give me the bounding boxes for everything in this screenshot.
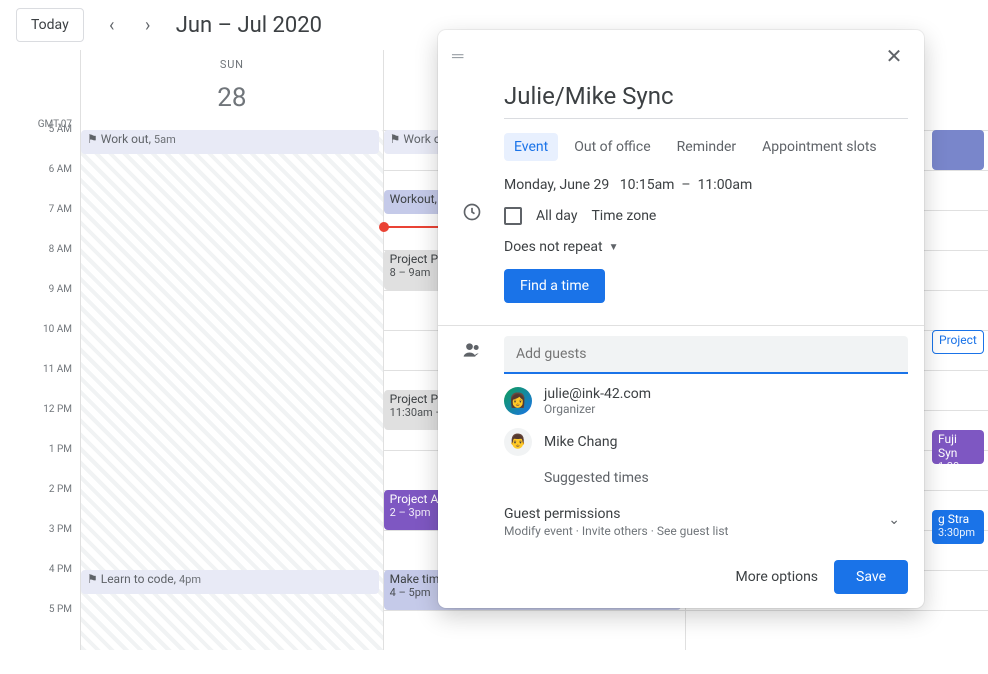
hour-label: 7 AM: [0, 204, 80, 244]
day-column-sun[interactable]: SUN 28 Work out, 5am Learn to code, 4pm: [80, 50, 383, 650]
save-button[interactable]: Save: [834, 560, 908, 594]
suggested-times-link[interactable]: Suggested times: [544, 470, 908, 486]
event-fragment[interactable]: [932, 130, 984, 170]
hour-label: 12 PM: [0, 404, 80, 444]
hour-label: 5 AM: [0, 124, 80, 164]
tab-reminder[interactable]: Reminder: [667, 133, 747, 161]
hour-label: 10 AM: [0, 324, 80, 364]
hour-label: 3 PM: [0, 524, 80, 564]
guest-permissions-summary: Modify event · Invite others · See guest…: [504, 524, 908, 538]
time-zone-link[interactable]: Time zone: [591, 208, 656, 224]
event-time-row[interactable]: Monday, June 29 10:15am – 11:00am: [504, 177, 908, 193]
clock-icon: [460, 202, 484, 222]
tab-event[interactable]: Event: [504, 133, 558, 161]
chevron-down-icon: ▼: [609, 242, 619, 253]
guest-permissions-label: Guest permissions: [504, 506, 908, 522]
hour-label: 11 AM: [0, 364, 80, 404]
hour-label: 9 AM: [0, 284, 80, 324]
hour-label: 1 PM: [0, 444, 80, 484]
all-day-label: All day: [536, 208, 577, 224]
event-strategy-fragment[interactable]: g Stra3:30pm: [932, 510, 984, 544]
more-options-button[interactable]: More options: [736, 569, 819, 585]
today-button[interactable]: Today: [16, 8, 84, 42]
event-project-fragment[interactable]: Project: [932, 330, 984, 354]
hour-label: 4 PM: [0, 564, 80, 604]
all-day-checkbox[interactable]: [504, 207, 522, 225]
guest-row[interactable]: 👨 Mike Chang: [504, 428, 908, 456]
prev-period-button[interactable]: ‹: [96, 9, 128, 41]
close-button[interactable]: ✕: [878, 40, 910, 72]
find-a-time-button[interactable]: Find a time: [504, 269, 605, 303]
hour-label: 5 PM: [0, 604, 80, 644]
event-title-input[interactable]: [504, 78, 908, 119]
date-number[interactable]: 28: [209, 75, 255, 121]
timezone-label: GMT-07: [0, 50, 80, 130]
hour-label: 6 AM: [0, 164, 80, 204]
avatar: 👩: [504, 387, 532, 415]
recurrence-dropdown[interactable]: Does not repeat▼: [504, 239, 908, 255]
next-period-button[interactable]: ›: [132, 9, 164, 41]
avatar: 👨: [504, 428, 532, 456]
chevron-down-icon[interactable]: ⌄: [888, 512, 900, 528]
date-range-label: Jun – Jul 2020: [176, 13, 322, 38]
guest-row-organizer[interactable]: 👩 julie@ink-42.com Organizer: [504, 386, 908, 416]
event-workout-sun[interactable]: Work out, 5am: [81, 130, 379, 154]
tab-appointment-slots[interactable]: Appointment slots: [752, 133, 886, 161]
hour-label: 8 AM: [0, 244, 80, 284]
tab-out-of-office[interactable]: Out of office: [564, 133, 660, 161]
event-create-dialog: ═ ✕ Event Out of office Reminder Appoint…: [438, 30, 924, 608]
people-icon: [460, 340, 484, 360]
drag-handle-icon[interactable]: ═: [452, 46, 463, 66]
event-fuji-sync[interactable]: Fuji Syn1:30pm: [932, 430, 984, 464]
event-learn-to-code[interactable]: Learn to code, 4pm: [81, 570, 379, 594]
hour-label: 2 PM: [0, 484, 80, 524]
dow-label: SUN: [81, 58, 383, 71]
add-guests-input[interactable]: [504, 336, 908, 374]
